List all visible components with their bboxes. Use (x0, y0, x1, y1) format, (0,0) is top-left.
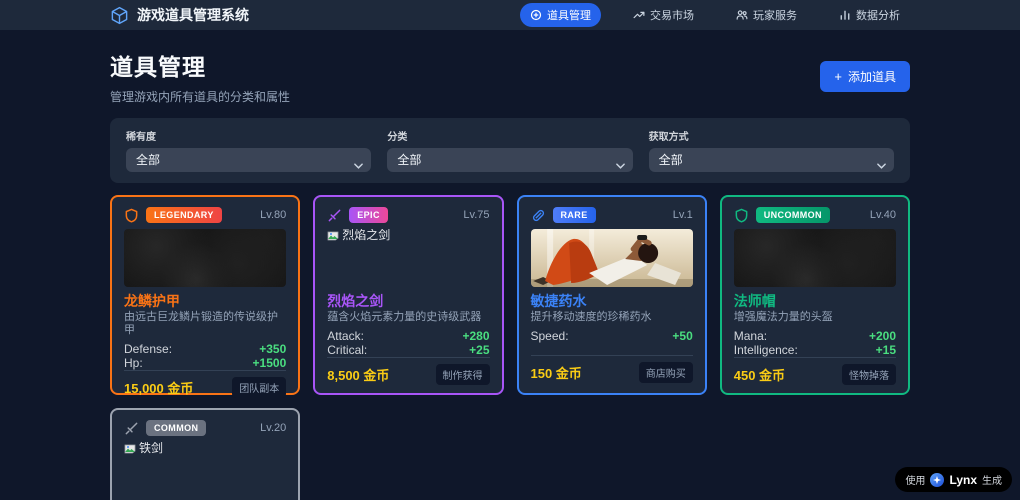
shield-icon (734, 208, 749, 223)
acquisition-badge: 团队副本 (232, 377, 287, 398)
item-image (733, 229, 896, 287)
nav-item-player-services[interactable]: 玩家服务 (726, 3, 807, 27)
item-card-mage-hat[interactable]: UNCOMMON Lv.40 法师帽 增强魔法力量的头盔 Mana: +200 … (719, 195, 910, 395)
item-management-icon (530, 9, 542, 21)
item-level: Lv.80 (260, 209, 287, 221)
item-description: 由远古巨龙鳞片锻造的传说级护甲 (124, 311, 278, 336)
item-name: 法师帽 (733, 293, 776, 309)
filter-acquisition: 获取方式 全部 (648, 128, 894, 172)
item-level: Lv.75 (463, 209, 490, 221)
stat-row: Attack: +280 (327, 329, 490, 343)
rarity-badge: RARE (552, 207, 596, 223)
item-description: 蕴含火焰元素力量的史诗级武器 (327, 311, 482, 323)
item-card-flame-sword[interactable]: EPIC Lv.75 烈焰之剑 烈焰之剑 蕴含火焰元素力量的史诗级武器 Atta… (313, 195, 504, 395)
sword-icon (327, 208, 342, 223)
stat-row: Speed: +50 (530, 329, 693, 343)
rarity-badge: UNCOMMON (755, 207, 830, 223)
item-card-grid: LEGENDARY Lv.80 龙鳞护甲 由远古巨龙鳞片锻造的传说级护甲 Def… (110, 195, 910, 500)
item-price: 15,000 金币 (124, 381, 194, 396)
item-level: Lv.1 (672, 209, 693, 221)
image-alt-text: 铁剑 (139, 442, 164, 455)
lynx-logo-icon (930, 472, 945, 487)
item-card-dragon-armor[interactable]: LEGENDARY Lv.80 龙鳞护甲 由远古巨龙鳞片锻造的传说级护甲 Def… (110, 195, 301, 398)
item-card-agility-potion[interactable]: RARE Lv.1 敏捷药水 提升移动速度的珍稀药水 Speed: +50 15… (516, 195, 707, 395)
main-content: 道具管理 管理游戏内所有道具的分类和属性 + 添加道具 稀有度 全部 分类 全部… (0, 30, 1020, 500)
shield-icon (124, 208, 139, 223)
item-price: 450 金币 (733, 368, 786, 383)
page-subtitle: 管理游戏内所有道具的分类和属性 (110, 90, 291, 104)
image-alt-text: 烈焰之剑 (342, 229, 391, 242)
stat-row: Defense: +350 (124, 342, 287, 356)
app-title: 游戏道具管理系统 (137, 7, 249, 23)
stat-row: Intelligence: +15 (733, 343, 896, 357)
navbar: 游戏道具管理系统 道具管理 交易市场 玩家服务 数据分析 (0, 0, 1020, 30)
page-title: 道具管理 (110, 54, 206, 80)
rarity-badge: COMMON (146, 420, 207, 436)
trending-up-icon (633, 9, 645, 21)
capsule-icon (531, 208, 546, 223)
stat-row: Hp: +1500 (124, 356, 287, 370)
category-filter-label: 分类 (387, 132, 408, 143)
item-price: 8,500 金币 (327, 368, 390, 383)
brand: 游戏道具管理系统 (110, 5, 249, 25)
bar-chart-icon (839, 9, 851, 21)
rarity-badge: LEGENDARY (146, 207, 222, 223)
item-level: Lv.40 (869, 209, 896, 221)
add-item-button[interactable]: + 添加道具 (820, 61, 910, 92)
broken-image-icon (124, 443, 136, 455)
category-filter-select[interactable]: 全部 (387, 148, 633, 172)
item-description: 增强魔法力量的头盔 (733, 311, 833, 323)
rarity-badge: EPIC (349, 207, 388, 223)
item-image-broken: 烈焰之剑 (327, 229, 489, 287)
broken-image-icon (327, 230, 339, 242)
acquisition-badge: 商店购买 (638, 362, 693, 383)
item-name: 烈焰之剑 (327, 293, 384, 309)
users-icon (736, 9, 748, 21)
cube-logo-icon (110, 6, 129, 25)
acquisition-badge: 怪物掉落 (842, 364, 896, 385)
nav-item-market[interactable]: 交易市场 (623, 3, 704, 27)
rarity-filter-select[interactable]: 全部 (126, 148, 372, 172)
item-level: Lv.20 (260, 422, 287, 434)
stat-row: Critical: +25 (327, 343, 490, 357)
item-description: 提升移动速度的珍稀药水 (530, 311, 652, 323)
page-header: 道具管理 管理游戏内所有道具的分类和属性 + 添加道具 (110, 48, 910, 105)
lynx-attribution-badge[interactable]: 使用 Lynx 生成 (895, 467, 1012, 492)
rarity-filter-label: 稀有度 (126, 132, 156, 143)
nav-items: 道具管理 交易市场 玩家服务 数据分析 (520, 3, 910, 27)
item-price: 150 金币 (530, 366, 582, 381)
acquisition-filter-select[interactable]: 全部 (648, 148, 894, 172)
stat-row: Mana: +200 (733, 329, 896, 343)
sword-icon (124, 421, 139, 436)
filter-panel: 稀有度 全部 分类 全部 获取方式 全部 (110, 118, 910, 183)
plus-icon: + (834, 69, 842, 84)
item-image-broken: 铁剑 (124, 442, 286, 500)
item-image (124, 229, 287, 287)
item-card-iron-sword[interactable]: COMMON Lv.20 铁剑 铁剑 普通的铁制武器 (110, 408, 301, 500)
item-name: 龙鳞护甲 (124, 293, 180, 309)
nav-item-item-management[interactable]: 道具管理 (520, 3, 601, 27)
item-photo (530, 229, 693, 287)
acquisition-filter-label: 获取方式 (648, 132, 689, 143)
filter-category: 分类 全部 (387, 128, 633, 172)
item-name: 敏捷药水 (530, 293, 587, 309)
acquisition-badge: 制作获得 (435, 364, 490, 385)
filter-rarity: 稀有度 全部 (126, 128, 372, 172)
nav-item-analytics[interactable]: 数据分析 (829, 3, 910, 27)
